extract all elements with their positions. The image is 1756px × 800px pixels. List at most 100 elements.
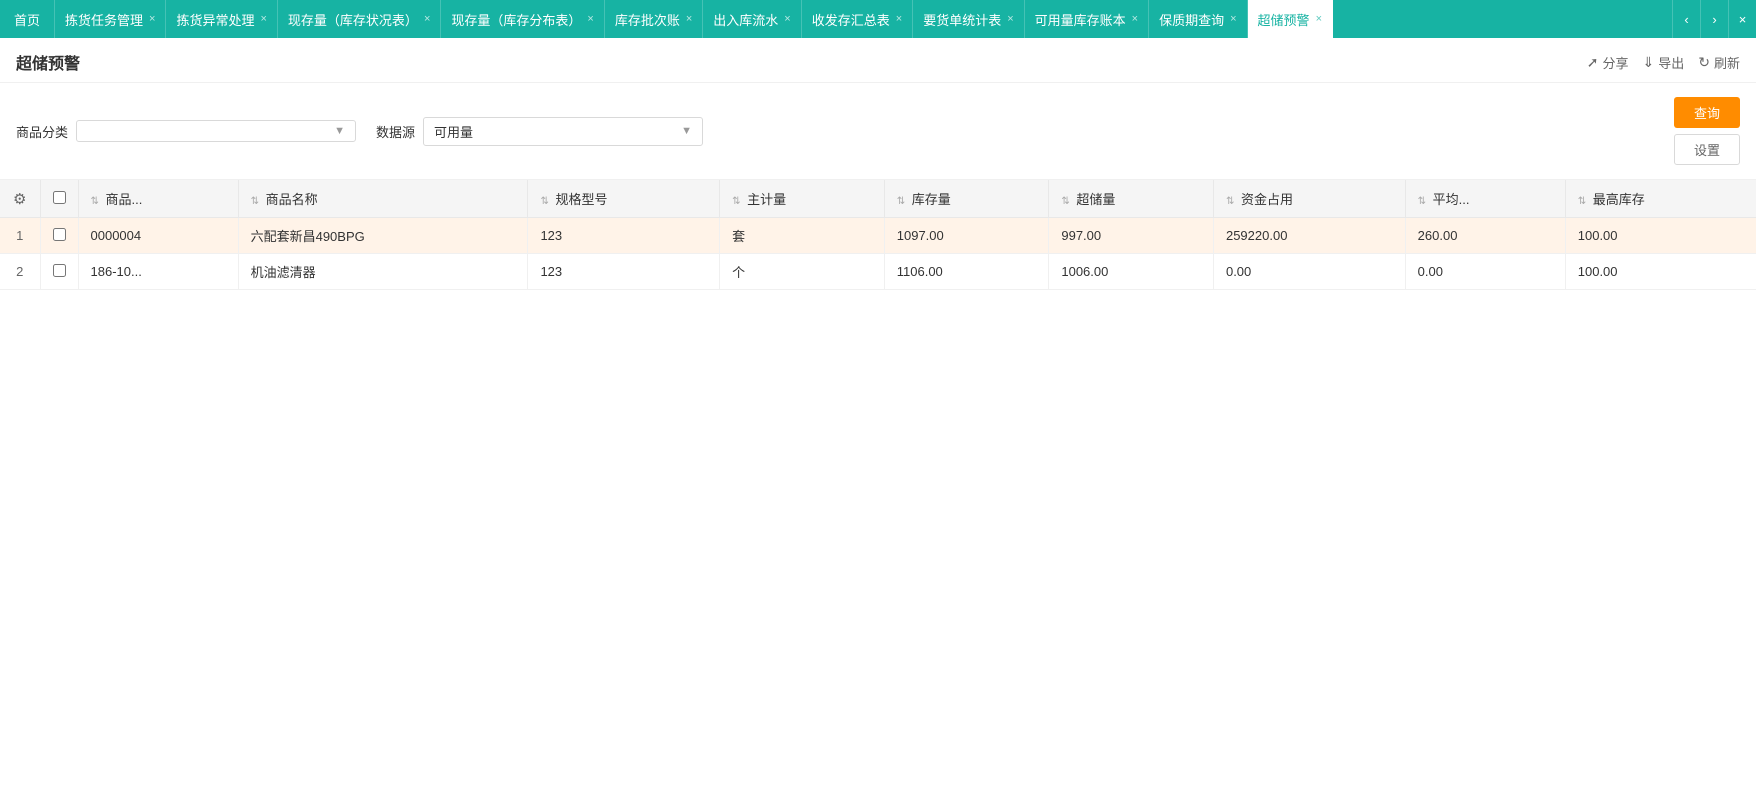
nav-tab-8[interactable]: 可用量库存账本 × — [1025, 0, 1149, 38]
cell-avg: 0.00 — [1405, 254, 1565, 290]
table-wrapper: ⚙ ⇅ 商品... ⇅ 商品名称 ⇅ 规格型号 — [0, 180, 1756, 290]
sort-icon: ⇅ — [1061, 196, 1069, 207]
datasource-select[interactable]: 可用量 ▼ — [423, 117, 703, 146]
cell-product-name: 机油滤清器 — [238, 254, 528, 290]
sort-icon: ⇅ — [732, 196, 740, 207]
nav-arrow-left[interactable]: ‹ — [1672, 0, 1700, 38]
category-chevron-icon: ▼ — [334, 125, 345, 137]
cell-max-stock: 100.00 — [1565, 218, 1756, 254]
sort-icon: ⇅ — [1226, 196, 1234, 207]
nav-tab-7-close[interactable]: × — [1007, 13, 1013, 25]
col-product-name[interactable]: ⇅ 商品名称 — [238, 180, 528, 218]
sort-icon: ⇅ — [251, 196, 259, 207]
cell-product-code: 0000004 — [78, 218, 238, 254]
col-capital[interactable]: ⇅ 资金占用 — [1213, 180, 1405, 218]
page-header: 超储预警 ➚ 分享 ⇓ 导出 ↻ 刷新 — [0, 38, 1756, 83]
cell-spec: 123 — [528, 254, 720, 290]
cell-stock: 1106.00 — [884, 254, 1049, 290]
row-checkbox[interactable] — [53, 264, 66, 277]
table-row: 1 0000004 六配套新昌490BPG 123 套 1097.00 997.… — [0, 218, 1756, 254]
nav-tab-3[interactable]: 现存量（库存分布表） × — [441, 0, 604, 38]
table-row: 2 186-10... 机油滤清器 123 个 1106.00 1006.00 … — [0, 254, 1756, 290]
data-table: ⚙ ⇅ 商品... ⇅ 商品名称 ⇅ 规格型号 — [0, 180, 1756, 290]
row-num: 2 — [0, 254, 40, 290]
cell-stock: 1097.00 — [884, 218, 1049, 254]
export-icon: ⇓ — [1643, 54, 1655, 71]
nav-tab-6-close[interactable]: × — [896, 13, 902, 25]
cell-unit: 个 — [720, 254, 885, 290]
col-max-stock[interactable]: ⇅ 最高库存 — [1565, 180, 1756, 218]
nav-tab-8-close[interactable]: × — [1132, 13, 1138, 25]
nav-tab-5[interactable]: 出入库流水 × — [703, 0, 801, 38]
row-num: 1 — [0, 218, 40, 254]
cell-over-stock: 1006.00 — [1049, 254, 1214, 290]
col-over-stock[interactable]: ⇅ 超储量 — [1049, 180, 1214, 218]
nav-tab-4[interactable]: 库存批次账 × — [605, 0, 703, 38]
cell-capital: 259220.00 — [1213, 218, 1405, 254]
sort-icon: ⇅ — [1578, 196, 1586, 207]
nav-arrows: ‹ › × — [1672, 0, 1756, 38]
cell-over-stock: 997.00 — [1049, 218, 1214, 254]
share-icon: ➚ — [1587, 54, 1599, 71]
datasource-select-value: 可用量 — [434, 122, 473, 141]
col-settings[interactable]: ⚙ — [0, 180, 40, 218]
category-select[interactable]: ▼ — [76, 120, 356, 142]
nav-tab-9-close[interactable]: × — [1230, 13, 1236, 25]
col-stock[interactable]: ⇅ 库存量 — [884, 180, 1049, 218]
nav-tab-6[interactable]: 收发存汇总表 × — [802, 0, 913, 38]
cell-product-code: 186-10... — [78, 254, 238, 290]
sort-icon: ⇅ — [1418, 196, 1426, 207]
nav-tab-7[interactable]: 要货单统计表 × — [913, 0, 1024, 38]
table-body: 1 0000004 六配套新昌490BPG 123 套 1097.00 997.… — [0, 218, 1756, 290]
filter-buttons: 查询 设置 — [1674, 97, 1740, 165]
settings-button[interactable]: 设置 — [1674, 134, 1740, 165]
nav-tab-10-close[interactable]: × — [1316, 13, 1322, 25]
col-spec[interactable]: ⇅ 规格型号 — [528, 180, 720, 218]
query-button[interactable]: 查询 — [1674, 97, 1740, 128]
row-checkbox-cell[interactable] — [40, 254, 78, 290]
col-product-code[interactable]: ⇅ 商品... — [78, 180, 238, 218]
nav-tab-2-close[interactable]: × — [424, 13, 430, 25]
cell-max-stock: 100.00 — [1565, 254, 1756, 290]
refresh-icon: ↻ — [1698, 54, 1710, 71]
cell-unit: 套 — [720, 218, 885, 254]
page-title: 超储预警 — [16, 50, 80, 74]
nav-tab-3-close[interactable]: × — [587, 13, 593, 25]
nav-home[interactable]: 首页 — [0, 0, 55, 38]
nav-tab-0[interactable]: 拣货任务管理 × — [55, 0, 166, 38]
cell-avg: 260.00 — [1405, 218, 1565, 254]
main-content: 超储预警 ➚ 分享 ⇓ 导出 ↻ 刷新 商品分类 ▼ 数据源 — [0, 38, 1756, 800]
cell-product-name: 六配套新昌490BPG — [238, 218, 528, 254]
nav-tab-0-close[interactable]: × — [149, 13, 155, 25]
datasource-label: 数据源 — [376, 122, 415, 141]
col-checkbox[interactable] — [40, 180, 78, 218]
sort-icon: ⇅ — [540, 196, 548, 207]
refresh-button[interactable]: ↻ 刷新 — [1698, 53, 1740, 72]
sort-icon: ⇅ — [91, 196, 99, 207]
cell-capital: 0.00 — [1213, 254, 1405, 290]
col-unit[interactable]: ⇅ 主计量 — [720, 180, 885, 218]
export-button[interactable]: ⇓ 导出 — [1643, 53, 1685, 72]
sort-icon: ⇅ — [897, 196, 905, 207]
select-all-checkbox[interactable] — [53, 191, 66, 204]
gear-icon[interactable]: ⚙ — [13, 191, 26, 208]
category-label: 商品分类 — [16, 122, 68, 141]
row-checkbox-cell[interactable] — [40, 218, 78, 254]
nav-tab-4-close[interactable]: × — [686, 13, 692, 25]
cell-spec: 123 — [528, 218, 720, 254]
nav-tab-5-close[interactable]: × — [784, 13, 790, 25]
category-filter-group: 商品分类 ▼ — [16, 120, 356, 142]
nav-arrow-right[interactable]: › — [1700, 0, 1728, 38]
row-checkbox[interactable] — [53, 228, 66, 241]
datasource-filter-group: 数据源 可用量 ▼ — [376, 117, 703, 146]
nav-tab-9[interactable]: 保质期查询 × — [1149, 0, 1247, 38]
nav-arrow-close[interactable]: × — [1728, 0, 1756, 38]
col-avg[interactable]: ⇅ 平均... — [1405, 180, 1565, 218]
nav-tab-2[interactable]: 现存量（库存状况表） × — [278, 0, 441, 38]
nav-tab-10[interactable]: 超储预警 × — [1248, 0, 1333, 38]
header-actions: ➚ 分享 ⇓ 导出 ↻ 刷新 — [1587, 53, 1740, 72]
share-button[interactable]: ➚ 分享 — [1587, 53, 1629, 72]
nav-tab-1-close[interactable]: × — [260, 13, 266, 25]
datasource-chevron-icon: ▼ — [681, 125, 692, 137]
nav-tab-1[interactable]: 拣货异常处理 × — [166, 0, 277, 38]
